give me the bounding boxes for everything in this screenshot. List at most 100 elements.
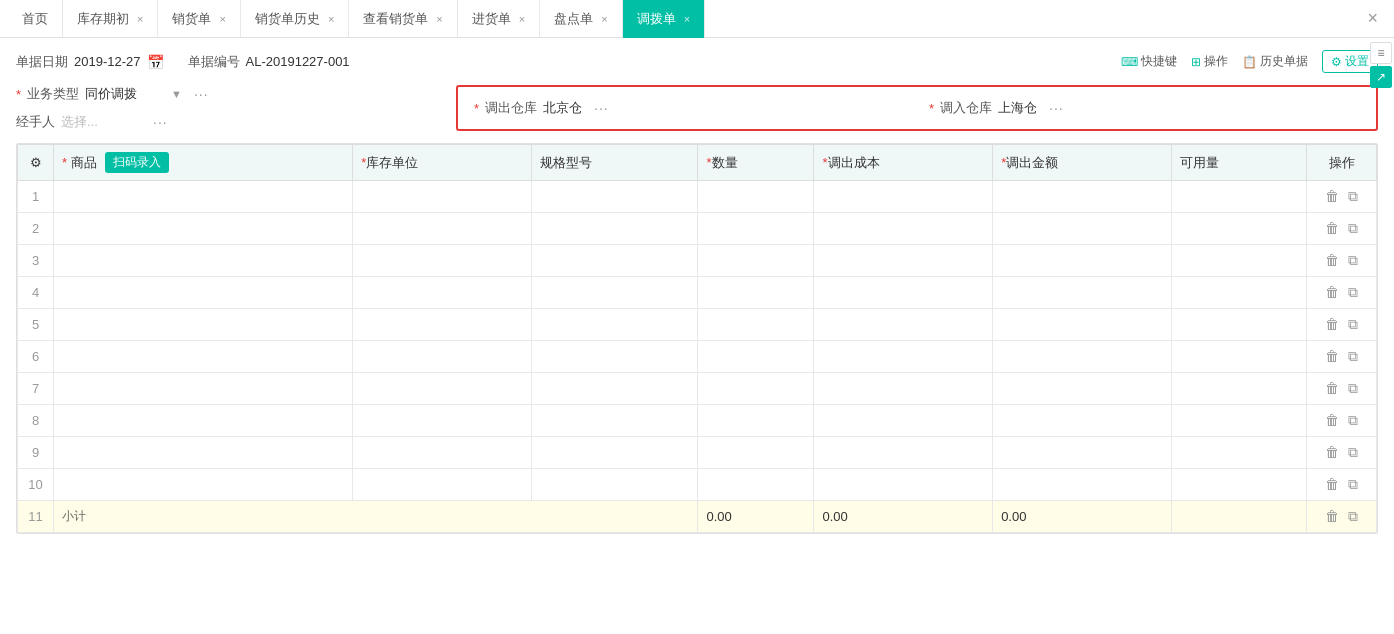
available-cell-8[interactable] <box>1171 405 1306 437</box>
qty-cell-10[interactable] <box>698 469 814 501</box>
product-cell-1[interactable] <box>54 181 353 213</box>
cost-cell-5[interactable] <box>814 309 993 341</box>
qty-cell-7[interactable] <box>698 373 814 405</box>
tab-stocktake[interactable]: 盘点单 × <box>540 0 622 38</box>
available-cell-7[interactable] <box>1171 373 1306 405</box>
unit-cell-3[interactable] <box>353 245 532 277</box>
unit-cell-7[interactable] <box>353 373 532 405</box>
available-cell-3[interactable] <box>1171 245 1306 277</box>
amount-cell-5[interactable] <box>993 309 1172 341</box>
delete-icon-4[interactable]: 🗑 <box>1322 284 1342 300</box>
cost-cell-10[interactable] <box>814 469 993 501</box>
operation-action[interactable]: ⊞ 操作 <box>1191 53 1228 70</box>
cost-cell-7[interactable] <box>814 373 993 405</box>
spec-cell-3[interactable] <box>532 245 698 277</box>
cost-cell-3[interactable] <box>814 245 993 277</box>
copy-icon-6[interactable]: ⧉ <box>1345 348 1361 364</box>
product-cell-2[interactable] <box>54 213 353 245</box>
copy-icon-3[interactable]: ⧉ <box>1345 252 1361 268</box>
out-warehouse-more-icon[interactable]: ··· <box>594 100 609 116</box>
amount-cell-8[interactable] <box>993 405 1172 437</box>
tab-view-sales-close[interactable]: × <box>436 13 442 25</box>
copy-icon-1[interactable]: ⧉ <box>1345 188 1361 204</box>
amount-cell-1[interactable] <box>993 181 1172 213</box>
product-cell-4[interactable] <box>54 277 353 309</box>
sidebar-export-icon[interactable]: ↗ <box>1370 66 1392 88</box>
cost-cell-8[interactable] <box>814 405 993 437</box>
tab-sales-close[interactable]: × <box>219 13 225 25</box>
copy-icon-5[interactable]: ⧉ <box>1345 316 1361 332</box>
unit-cell-8[interactable] <box>353 405 532 437</box>
tab-sales-history-close[interactable]: × <box>328 13 334 25</box>
product-cell-6[interactable] <box>54 341 353 373</box>
spec-cell-5[interactable] <box>532 309 698 341</box>
amount-cell-9[interactable] <box>993 437 1172 469</box>
cost-cell-9[interactable] <box>814 437 993 469</box>
tab-sales-history[interactable]: 销货单历史 × <box>241 0 349 38</box>
copy-icon-2[interactable]: ⧉ <box>1345 220 1361 236</box>
qty-cell-3[interactable] <box>698 245 814 277</box>
qty-cell-8[interactable] <box>698 405 814 437</box>
product-cell-3[interactable] <box>54 245 353 277</box>
available-cell-10[interactable] <box>1171 469 1306 501</box>
copy-icon-4[interactable]: ⧉ <box>1345 284 1361 300</box>
delete-icon-10[interactable]: 🗑 <box>1322 476 1342 492</box>
tab-inventory-init[interactable]: 库存期初 × <box>63 0 158 38</box>
unit-cell-5[interactable] <box>353 309 532 341</box>
copy-icon-8[interactable]: ⧉ <box>1345 412 1361 428</box>
delete-icon-2[interactable]: 🗑 <box>1322 220 1342 236</box>
business-select[interactable]: 同价调拨 ▼ <box>85 85 182 103</box>
qty-cell-4[interactable] <box>698 277 814 309</box>
tab-purchase[interactable]: 进货单 × <box>458 0 540 38</box>
unit-cell-6[interactable] <box>353 341 532 373</box>
cost-cell-2[interactable] <box>814 213 993 245</box>
amount-cell-3[interactable] <box>993 245 1172 277</box>
tab-stocktake-close[interactable]: × <box>601 13 607 25</box>
unit-cell-10[interactable] <box>353 469 532 501</box>
copy-icon-7[interactable]: ⧉ <box>1345 380 1361 396</box>
tab-purchase-close[interactable]: × <box>519 13 525 25</box>
person-more-icon[interactable]: ··· <box>153 114 168 130</box>
spec-cell-4[interactable] <box>532 277 698 309</box>
qty-cell-5[interactable] <box>698 309 814 341</box>
available-cell-9[interactable] <box>1171 437 1306 469</box>
qty-cell-1[interactable] <box>698 181 814 213</box>
spec-cell-9[interactable] <box>532 437 698 469</box>
tab-bar-close-button[interactable]: × <box>1359 8 1386 29</box>
tab-transfer-close[interactable]: × <box>684 13 690 25</box>
spec-cell-8[interactable] <box>532 405 698 437</box>
tab-transfer[interactable]: 调拨单 × <box>623 0 705 38</box>
delete-icon-1[interactable]: 🗑 <box>1322 188 1342 204</box>
spec-cell-10[interactable] <box>532 469 698 501</box>
history-action[interactable]: 📋 历史单据 <box>1242 53 1308 70</box>
business-more-icon[interactable]: ··· <box>194 86 209 102</box>
delete-icon-5[interactable]: 🗑 <box>1322 316 1342 332</box>
gear-column-header[interactable]: ⚙ <box>18 145 54 181</box>
in-warehouse-value[interactable]: 上海仓 <box>998 99 1037 117</box>
qty-cell-6[interactable] <box>698 341 814 373</box>
unit-cell-9[interactable] <box>353 437 532 469</box>
sidebar-list-icon[interactable]: ≡ <box>1370 42 1392 64</box>
cost-cell-6[interactable] <box>814 341 993 373</box>
product-cell-9[interactable] <box>54 437 353 469</box>
available-cell-1[interactable] <box>1171 181 1306 213</box>
delete-icon-6[interactable]: 🗑 <box>1322 348 1342 364</box>
copy-icon-10[interactable]: ⧉ <box>1345 476 1361 492</box>
qty-cell-9[interactable] <box>698 437 814 469</box>
delete-icon-subtotal[interactable]: 🗑 <box>1322 508 1342 524</box>
amount-cell-7[interactable] <box>993 373 1172 405</box>
spec-cell-7[interactable] <box>532 373 698 405</box>
available-cell-4[interactable] <box>1171 277 1306 309</box>
available-cell-5[interactable] <box>1171 309 1306 341</box>
product-cell-8[interactable] <box>54 405 353 437</box>
unit-cell-4[interactable] <box>353 277 532 309</box>
scan-button[interactable]: 扫码录入 <box>105 152 169 173</box>
amount-cell-2[interactable] <box>993 213 1172 245</box>
copy-icon-subtotal[interactable]: ⧉ <box>1345 508 1361 524</box>
calendar-icon[interactable]: 📅 <box>147 54 164 70</box>
amount-cell-6[interactable] <box>993 341 1172 373</box>
person-placeholder[interactable]: 选择... <box>61 113 141 131</box>
in-warehouse-more-icon[interactable]: ··· <box>1049 100 1064 116</box>
out-warehouse-value[interactable]: 北京仓 <box>543 99 582 117</box>
amount-cell-10[interactable] <box>993 469 1172 501</box>
